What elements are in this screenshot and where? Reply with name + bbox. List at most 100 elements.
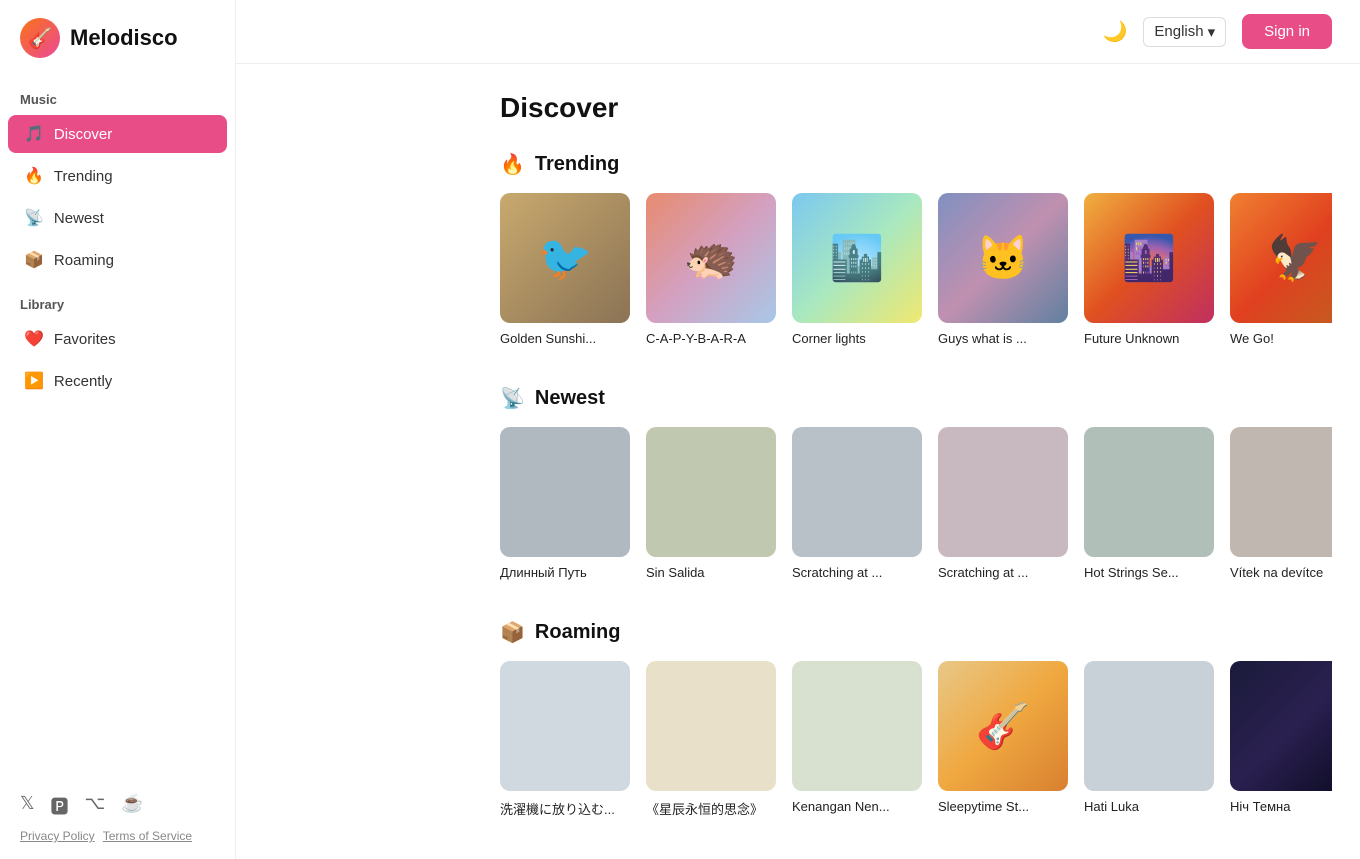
music-card[interactable]: 《星辰永恒的思念》 <box>646 661 776 818</box>
sidebar-item-recently[interactable]: ▶️ Recently <box>8 362 227 400</box>
recently-icon: ▶️ <box>24 371 44 391</box>
sidebar-item-newest[interactable]: 📡 Newest <box>8 199 227 237</box>
card-label: Vítek na devítce <box>1230 565 1332 580</box>
card-label: 洗濯機に放り込む... <box>500 799 630 818</box>
card-label: Scratching at ... <box>938 565 1068 580</box>
card-label: Hot Strings Se... <box>1084 565 1214 580</box>
card-thumbnail <box>646 427 776 557</box>
newest-section-label: Newest <box>535 387 605 410</box>
card-thumbnail: 🐱 <box>938 193 1068 323</box>
card-thumbnail <box>792 427 922 557</box>
card-label: Golden Sunshi... <box>500 331 630 346</box>
music-card[interactable]: Scratching at ... <box>938 427 1068 584</box>
roaming-section-header: 📦 Roaming <box>500 620 1332 645</box>
buymeacoffee-link[interactable]: ☕ <box>121 793 143 819</box>
newest-section-icon: 📡 <box>500 386 525 411</box>
sidebar-footer: 𝕏 🅿 ⌥ ☕ Privacy Policy Terms of Service <box>0 777 235 859</box>
roaming-cards-grid: 洗濯機に放り込む... 《星辰永恒的思念》 Kenangan Nen... 🎸 … <box>500 661 1332 826</box>
sidebar: 🎸 Melodisco Music 🎵 Discover 🔥 Trending … <box>0 0 236 859</box>
music-section-label: Music <box>0 76 235 113</box>
card-label: Guys what is ... <box>938 331 1068 346</box>
card-thumbnail <box>792 661 922 791</box>
roaming-section-icon: 📦 <box>500 620 525 645</box>
card-label: Scratching at ... <box>792 565 922 580</box>
main-content: Discover 🔥 Trending 🐦 Golden Sunshi... 🦔… <box>472 64 1360 859</box>
music-card[interactable]: 🐱 Guys what is ... <box>938 193 1068 350</box>
language-selector[interactable]: English ▾ <box>1143 17 1226 47</box>
card-thumbnail: 🎸 <box>938 661 1068 791</box>
music-card[interactable]: Hati Luka <box>1084 661 1214 818</box>
sidebar-item-label: Recently <box>54 373 112 390</box>
sidebar-item-label: Discover <box>54 126 112 143</box>
twitter-link[interactable]: 𝕏 <box>20 793 35 819</box>
trending-cards-grid: 🐦 Golden Sunshi... 🦔 C-A-P-Y-B-A-R-A 🏙️ … <box>500 193 1332 358</box>
card-label: Sleepytime St... <box>938 799 1068 814</box>
newest-icon: 📡 <box>24 208 44 228</box>
card-label: Kenangan Nen... <box>792 799 922 814</box>
card-label: We Go! <box>1230 331 1332 346</box>
discover-icon: 🎵 <box>24 124 44 144</box>
card-label: Corner lights <box>792 331 922 346</box>
sidebar-item-trending[interactable]: 🔥 Trending <box>8 157 227 195</box>
privacy-link[interactable]: Privacy Policy <box>20 829 95 843</box>
music-card[interactable]: Ніч Темна <box>1230 661 1332 818</box>
music-card[interactable]: 🦔 C-A-P-Y-B-A-R-A <box>646 193 776 350</box>
sidebar-item-favorites[interactable]: ❤️ Favorites <box>8 320 227 358</box>
app-name: Melodisco <box>70 25 178 51</box>
music-card[interactable]: Длинный Путь <box>500 427 630 584</box>
music-card[interactable]: 🐦 Golden Sunshi... <box>500 193 630 350</box>
music-card[interactable]: 洗濯機に放り込む... <box>500 661 630 818</box>
card-thumbnail <box>1084 427 1214 557</box>
newest-cards-grid: Длинный Путь Sin Salida Scratching at ..… <box>500 427 1332 592</box>
music-card[interactable]: 🦅 We Go! <box>1230 193 1332 350</box>
page-title: Discover <box>500 92 1332 124</box>
trending-section-icon: 🔥 <box>500 152 525 177</box>
card-thumbnail: 🏙️ <box>792 193 922 323</box>
theme-toggle-button[interactable]: 🌙 <box>1102 19 1127 44</box>
language-label: English <box>1154 23 1203 40</box>
github-link[interactable]: ⌥ <box>85 793 106 819</box>
card-label: 《星辰永恒的思念》 <box>646 799 776 818</box>
roaming-icon: 📦 <box>24 250 44 270</box>
chevron-down-icon: ▾ <box>1208 23 1216 41</box>
music-card[interactable]: Scratching at ... <box>792 427 922 584</box>
header: 🌙 English ▾ Sign in <box>236 0 1360 64</box>
card-thumbnail: 🦔 <box>646 193 776 323</box>
card-label: Длинный Путь <box>500 565 630 580</box>
trending-section-header: 🔥 Trending <box>500 152 1332 177</box>
sidebar-item-discover[interactable]: 🎵 Discover <box>8 115 227 153</box>
music-card[interactable]: Hot Strings Se... <box>1084 427 1214 584</box>
card-thumbnail <box>500 661 630 791</box>
card-thumbnail <box>938 427 1068 557</box>
card-thumbnail: 🐦 <box>500 193 630 323</box>
card-thumbnail <box>500 427 630 557</box>
app-logo[interactable]: 🎸 Melodisco <box>0 0 235 76</box>
terms-link[interactable]: Terms of Service <box>103 829 192 843</box>
signin-button[interactable]: Sign in <box>1242 14 1332 49</box>
music-card[interactable]: 🎸 Sleepytime St... <box>938 661 1068 818</box>
producthunt-link[interactable]: 🅿 <box>51 793 69 819</box>
card-label: Future Unknown <box>1084 331 1214 346</box>
social-links: 𝕏 🅿 ⌥ ☕ <box>20 793 215 819</box>
card-thumbnail <box>1084 661 1214 791</box>
music-card[interactable]: Kenangan Nen... <box>792 661 922 818</box>
favorites-icon: ❤️ <box>24 329 44 349</box>
card-label: Sin Salida <box>646 565 776 580</box>
library-section-label: Library <box>0 281 235 318</box>
card-thumbnail: 🦅 <box>1230 193 1332 323</box>
card-label: Ніч Темна <box>1230 799 1332 814</box>
sidebar-item-label: Favorites <box>54 331 116 348</box>
music-card[interactable]: 🌆 Future Unknown <box>1084 193 1214 350</box>
trending-icon: 🔥 <box>24 166 44 186</box>
card-label: Hati Luka <box>1084 799 1214 814</box>
roaming-section-label: Roaming <box>535 621 621 644</box>
music-card[interactable]: Vítek na devítce <box>1230 427 1332 584</box>
music-card[interactable]: Sin Salida <box>646 427 776 584</box>
sidebar-item-label: Trending <box>54 168 113 185</box>
card-thumbnail: 🌆 <box>1084 193 1214 323</box>
card-thumbnail <box>1230 661 1332 791</box>
trending-section-label: Trending <box>535 153 619 176</box>
sidebar-item-label: Roaming <box>54 252 114 269</box>
sidebar-item-roaming[interactable]: 📦 Roaming <box>8 241 227 279</box>
music-card[interactable]: 🏙️ Corner lights <box>792 193 922 350</box>
